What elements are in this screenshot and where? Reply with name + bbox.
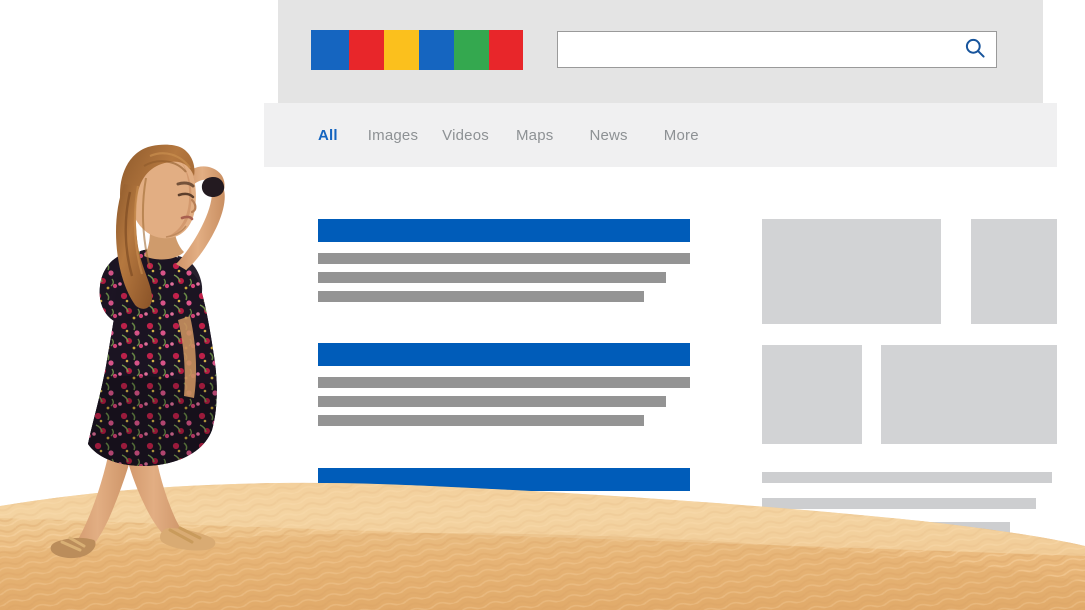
search-results-mockup: All Images Videos Maps News More [0, 0, 1085, 610]
tab-images[interactable]: Images [368, 127, 418, 144]
woman-walking-figure [40, 80, 270, 560]
tab-news[interactable]: News [589, 127, 627, 144]
result-snippet-line [318, 502, 690, 513]
search-icon [964, 37, 986, 62]
search-button[interactable] [954, 32, 996, 67]
right-caption-line [762, 544, 1006, 555]
logo-block-yellow [384, 30, 419, 70]
search-box[interactable] [557, 31, 997, 68]
thumbnail-2[interactable] [971, 219, 1057, 324]
result-snippet-line [318, 396, 666, 407]
result-snippet-line [318, 291, 644, 302]
search-engine-logo[interactable] [311, 30, 523, 70]
thumbnail-4[interactable] [881, 345, 1057, 444]
result-title-bar[interactable] [318, 343, 690, 366]
nav-tabs: All Images Videos Maps News More [318, 127, 699, 144]
result-snippet-line [318, 540, 644, 551]
thumbnail-3[interactable] [762, 345, 862, 444]
result-snippet-line [318, 521, 666, 532]
search-input[interactable] [558, 32, 954, 67]
logo-block-blue-1 [311, 30, 349, 70]
result-item-2[interactable] [318, 343, 690, 433]
result-title-bar[interactable] [318, 219, 690, 242]
result-snippet-line [318, 272, 666, 283]
tab-more[interactable]: More [664, 127, 699, 144]
logo-block-blue-2 [419, 30, 454, 70]
result-snippet-line [318, 253, 690, 264]
logo-block-red-2 [489, 30, 523, 70]
right-caption-line [762, 472, 1052, 483]
result-title-bar[interactable] [318, 468, 690, 491]
logo-block-red-1 [349, 30, 384, 70]
tab-videos[interactable]: Videos [442, 127, 489, 144]
result-snippet-line [318, 377, 690, 388]
right-caption-line [762, 498, 1036, 509]
logo-block-green [454, 30, 489, 70]
thumbnail-1[interactable] [762, 219, 941, 324]
tab-all[interactable]: All [318, 127, 338, 144]
right-caption-line [762, 522, 1010, 533]
result-item-3[interactable] [318, 468, 690, 558]
result-item-1[interactable] [318, 219, 690, 309]
result-snippet-line [318, 415, 644, 426]
tab-maps[interactable]: Maps [516, 127, 553, 144]
